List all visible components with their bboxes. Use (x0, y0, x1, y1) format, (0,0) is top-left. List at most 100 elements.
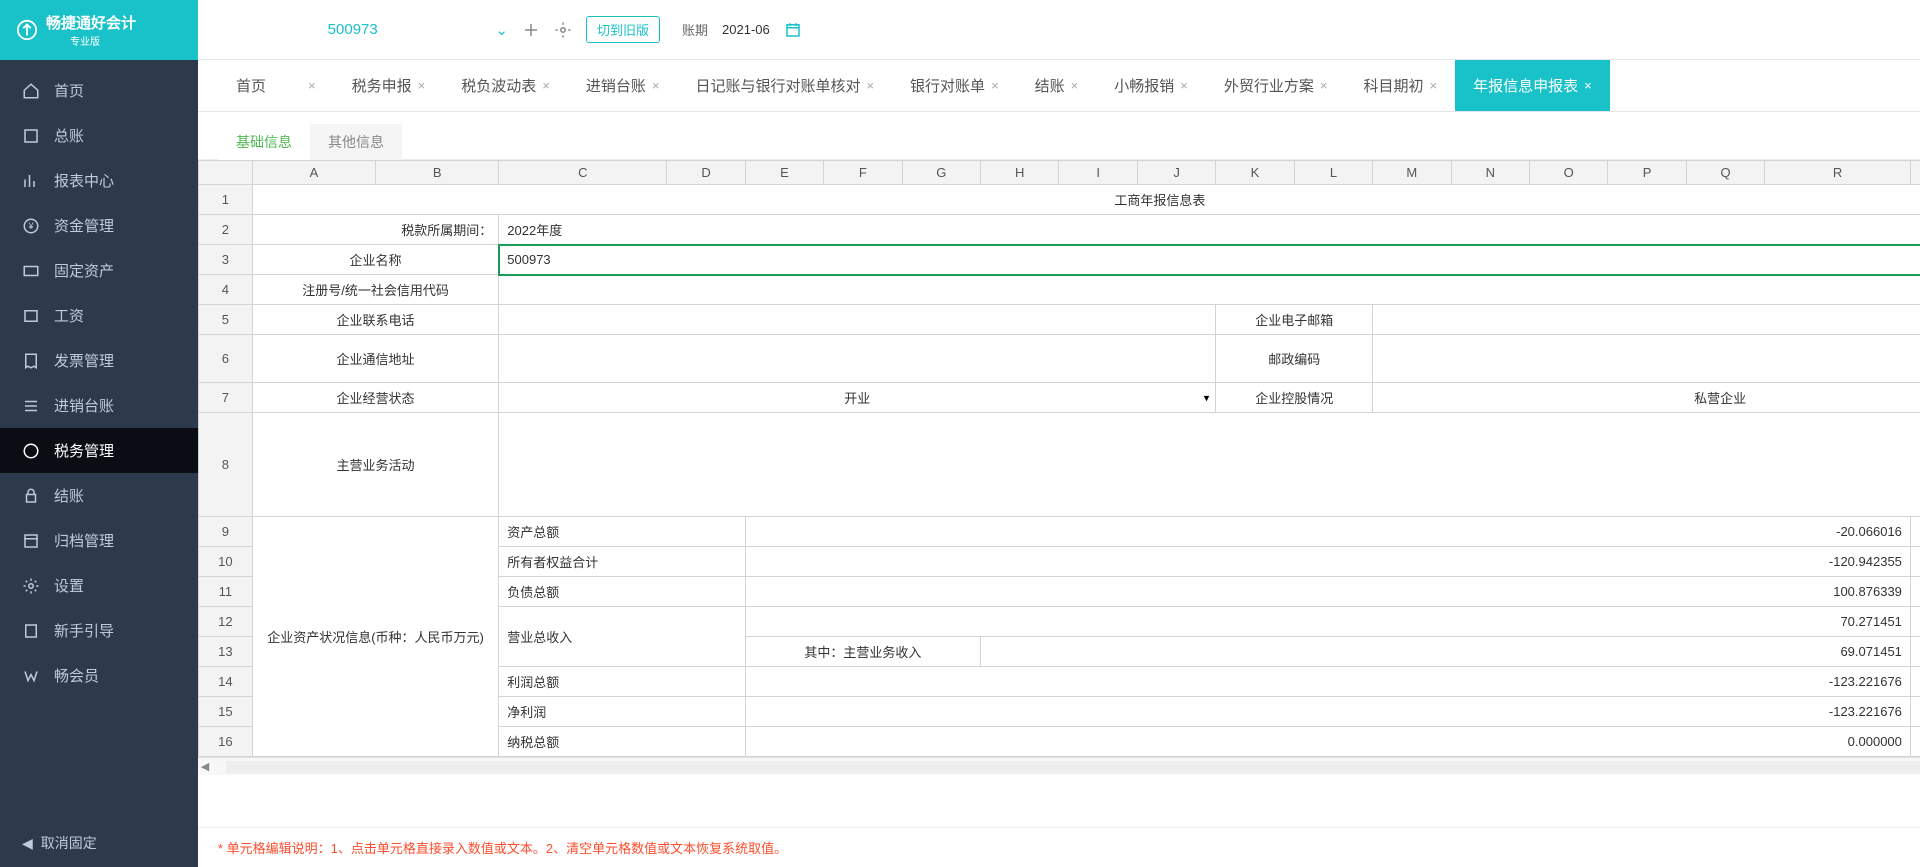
email-cell[interactable] (1373, 305, 1920, 335)
gear-icon[interactable] (554, 21, 572, 39)
nav-inout[interactable]: 进销台账 (0, 383, 198, 428)
switch-old-button[interactable]: 切到旧版 (586, 16, 660, 43)
col-header[interactable]: B (376, 161, 499, 185)
tab-unknown[interactable]: × (284, 60, 334, 111)
scroll-track[interactable] (226, 761, 1920, 773)
row-header[interactable]: 7 (199, 383, 253, 413)
nav-archive[interactable]: 归档管理 (0, 518, 198, 563)
nav-close[interactable]: 结账 (0, 473, 198, 518)
close-icon[interactable]: × (652, 78, 660, 93)
disp-select[interactable]: 不公示 (1910, 577, 1920, 607)
company-name-cell[interactable]: 500973 (499, 245, 1920, 275)
disp-select[interactable]: 不公示 (1910, 517, 1920, 547)
nav-guide[interactable]: 新手引导 (0, 608, 198, 653)
col-header[interactable]: M (1373, 161, 1451, 185)
col-header[interactable]: E (745, 161, 823, 185)
disp-select[interactable]: 不公示 (1910, 547, 1920, 577)
row-header[interactable]: 12 (199, 607, 253, 637)
main-biz-cell[interactable] (499, 413, 1920, 517)
spreadsheet[interactable]: A B C D E F G H I J K L M (198, 160, 1920, 827)
nav-assets[interactable]: 固定资产 (0, 248, 198, 293)
item-value[interactable]: 0.000000 (745, 727, 1910, 757)
subtab-basic[interactable]: 基础信息 (218, 124, 310, 162)
tab-inout[interactable]: 进销台账× (568, 60, 678, 111)
tab-journal[interactable]: 日记账与银行对账单核对× (677, 60, 892, 111)
disp-select[interactable]: 不公示 (1910, 637, 1920, 667)
nav-ledger[interactable]: 总账 (0, 113, 198, 158)
row-header[interactable]: 4 (199, 275, 253, 305)
item-value[interactable]: -123.221676 (745, 697, 1910, 727)
tab-closing[interactable]: 结账× (1017, 60, 1097, 111)
col-header[interactable]: K (1216, 161, 1294, 185)
row-header[interactable]: 11 (199, 577, 253, 607)
col-header[interactable]: R (1765, 161, 1911, 185)
item-value[interactable]: -123.221676 (745, 667, 1910, 697)
nav-tax[interactable]: 税务管理 (0, 428, 198, 473)
close-icon[interactable]: × (1180, 78, 1188, 93)
holding-select[interactable]: 私营企业 (1373, 383, 1920, 413)
tab-taxwave[interactable]: 税负波动表× (443, 60, 568, 111)
row-header[interactable]: 10 (199, 547, 253, 577)
row-header[interactable]: 13 (199, 637, 253, 667)
item-value[interactable]: 100.876339 (745, 577, 1910, 607)
nav-reports[interactable]: 报表中心 (0, 158, 198, 203)
close-icon[interactable]: × (1320, 78, 1328, 93)
disp-select[interactable]: 不公示 (1910, 697, 1920, 727)
postal-cell[interactable] (1373, 335, 1920, 383)
tab-reimburse[interactable]: 小畅报销× (1096, 60, 1206, 111)
tab-annual[interactable]: 年报信息申报表× (1455, 60, 1610, 111)
addr-cell[interactable] (499, 335, 1216, 383)
col-header[interactable]: I (1059, 161, 1137, 185)
reg-code-cell[interactable] (499, 275, 1920, 305)
close-icon[interactable]: × (308, 78, 316, 93)
row-header[interactable]: 16 (199, 727, 253, 757)
col-header[interactable]: S (1910, 161, 1920, 185)
tab-bank[interactable]: 银行对账单× (892, 60, 1017, 111)
scroll-left-icon[interactable]: ◀ (198, 760, 212, 773)
col-header[interactable]: O (1529, 161, 1607, 185)
col-header[interactable]: A (252, 161, 375, 185)
tab-taxreport[interactable]: 税务申报× (334, 60, 444, 111)
horizontal-scrollbar[interactable]: ◀ ▶ (198, 757, 1920, 775)
phone-cell[interactable] (499, 305, 1216, 335)
row-header[interactable]: 5 (199, 305, 253, 335)
nav-salary[interactable]: 工资 (0, 293, 198, 338)
row-header[interactable]: 6 (199, 335, 253, 383)
calendar-icon[interactable] (784, 21, 802, 39)
company-selector[interactable]: 500973 ⌄ (218, 21, 508, 39)
plus-icon[interactable] (522, 21, 540, 39)
subtab-other[interactable]: 其他信息 (310, 124, 402, 162)
nav-settings[interactable]: 设置 (0, 563, 198, 608)
close-icon[interactable]: × (542, 78, 550, 93)
col-header[interactable]: F (824, 161, 902, 185)
row-header[interactable]: 9 (199, 517, 253, 547)
select-all-cell[interactable] (199, 161, 253, 185)
col-header[interactable]: G (902, 161, 980, 185)
item-value[interactable]: 70.271451 (745, 607, 1910, 637)
nav-member[interactable]: 畅会员 (0, 653, 198, 698)
row-header[interactable]: 3 (199, 245, 253, 275)
disp-select[interactable]: 不公示 (1910, 667, 1920, 697)
col-header[interactable]: H (981, 161, 1059, 185)
item-value[interactable]: -120.942355 (745, 547, 1910, 577)
tab-home[interactable]: 首页 (218, 60, 284, 111)
nav-home[interactable]: 首页 (0, 68, 198, 113)
status-select[interactable]: 开业 (499, 383, 1216, 413)
close-icon[interactable]: × (866, 78, 874, 93)
col-header[interactable]: J (1137, 161, 1215, 185)
col-header[interactable]: D (667, 161, 745, 185)
row-header[interactable]: 8 (199, 413, 253, 517)
disp-select[interactable]: 不公示 (1910, 607, 1920, 637)
row-header[interactable]: 1 (199, 185, 253, 215)
unpin-button[interactable]: ◀ 取消固定 (0, 819, 198, 867)
tab-initial[interactable]: 科目期初× (1345, 60, 1455, 111)
nav-invoice[interactable]: 发票管理 (0, 338, 198, 383)
col-header[interactable]: L (1294, 161, 1372, 185)
close-icon[interactable]: × (1584, 78, 1592, 93)
close-icon[interactable]: × (1430, 78, 1438, 93)
tab-trade[interactable]: 外贸行业方案× (1206, 60, 1346, 111)
col-header[interactable]: N (1451, 161, 1529, 185)
disp-select[interactable]: 不公示 (1910, 727, 1920, 757)
item-value[interactable]: 69.071451 (981, 637, 1911, 667)
col-header[interactable]: Q (1686, 161, 1764, 185)
